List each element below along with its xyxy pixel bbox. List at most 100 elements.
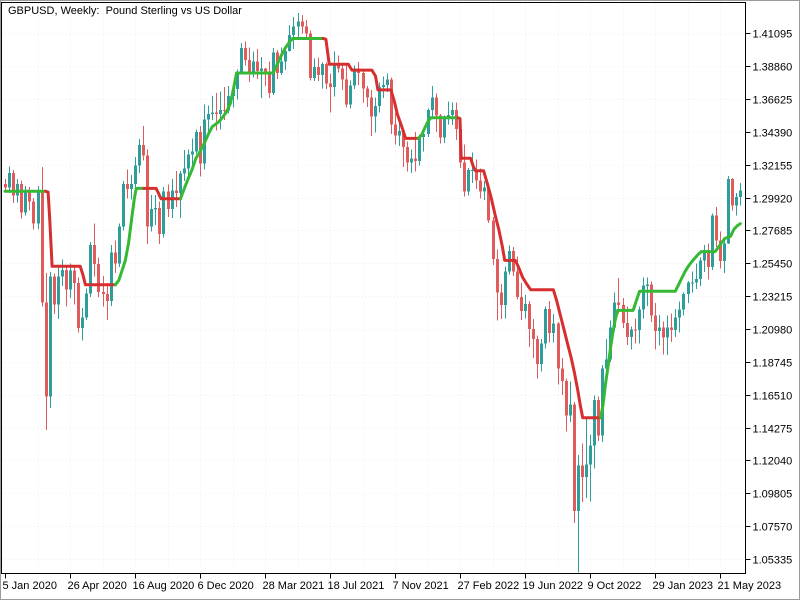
candle-up [138, 139, 141, 173]
indicator-segment-down [456, 116, 603, 420]
candle-down [390, 77, 393, 135]
price-axis-label: 1.29920 [753, 194, 793, 206]
candle-up [349, 80, 352, 109]
candle-down [707, 243, 710, 280]
candle-down [301, 14, 304, 34]
candle-down [492, 217, 495, 265]
candle-up [630, 326, 633, 350]
candle-up [723, 240, 726, 273]
candle-down [167, 184, 170, 218]
candle-up [333, 51, 336, 97]
candle-up [695, 263, 698, 290]
price-axis-label: 1.09805 [753, 489, 793, 501]
candle-down [32, 197, 35, 230]
candle-up [313, 58, 316, 82]
candle-up [739, 183, 742, 206]
candle-up [540, 339, 543, 372]
candle-down [731, 178, 734, 211]
candle-down [244, 41, 247, 66]
candle-down [520, 283, 523, 320]
time-axis-label: 29 Jan 2023 [653, 580, 714, 592]
candle-up [240, 42, 243, 75]
candle-down [634, 318, 637, 344]
candle-up [524, 294, 527, 319]
indicator-segment-down [321, 37, 420, 140]
price-chart-canvas[interactable]: 1.41095 1.38860 1.36625 1.34390 1.32155 1.299… [0, 0, 800, 600]
candle-down [268, 61, 271, 98]
candle-up [118, 223, 121, 268]
time-axis-label: 7 Nov 2021 [393, 580, 449, 592]
candle-down [106, 283, 109, 320]
price-axis-label: 1.25450 [753, 259, 793, 271]
candle-down [622, 297, 625, 329]
candle-up [447, 101, 450, 125]
candle-up [260, 56, 263, 98]
candle-up [451, 102, 454, 126]
price-axis-label: 1.07570 [753, 522, 793, 534]
time-axis[interactable]: 5 Jan 2020 26 Apr 2020 16 Aug 2020 6 Dec 20… [3, 573, 782, 593]
price-axis-label: 1.38860 [753, 62, 793, 74]
candle-up [150, 195, 153, 232]
candle-down [93, 223, 96, 277]
price-axis-label: 1.14275 [753, 424, 793, 436]
indicator-segment-down [44, 189, 117, 287]
time-axis-label: 27 Feb 2022 [458, 580, 520, 592]
candle-down [496, 249, 499, 321]
candle-down [317, 57, 320, 82]
candle-down [142, 125, 145, 161]
candle-up [666, 315, 669, 356]
candle-up [711, 213, 714, 270]
indicator-segment-up [179, 37, 325, 201]
time-axis-label: 16 Aug 2020 [133, 580, 195, 592]
candle-down [463, 144, 466, 197]
candle-up [638, 306, 641, 344]
candle-up [292, 17, 295, 49]
candle-down [670, 313, 673, 342]
candle-up [321, 62, 324, 89]
candle-down [97, 257, 100, 298]
candle-up [703, 244, 706, 273]
candle-up [699, 257, 702, 287]
candle-up [162, 186, 165, 238]
candle-up [134, 156, 137, 190]
candle-down [532, 319, 535, 359]
candle-up [61, 259, 64, 287]
candle-down [175, 170, 178, 207]
candle-up [130, 175, 133, 200]
price-axis-label: 1.41095 [753, 29, 793, 41]
candle-up [431, 86, 434, 118]
candle-down [362, 70, 365, 103]
time-axis-label: 28 Mar 2021 [263, 580, 325, 592]
candle-up [467, 167, 470, 196]
time-axis-label: 26 Apr 2020 [68, 580, 127, 592]
price-axis-label: 1.23215 [753, 292, 793, 304]
candle-up [382, 76, 385, 98]
price-axis-label: 1.32155 [753, 161, 793, 173]
candle-down [617, 278, 620, 314]
candle-down [500, 283, 503, 320]
candle-down [435, 93, 438, 132]
candle-down [715, 206, 718, 248]
price-axis-label: 1.16510 [753, 391, 793, 403]
time-axis-label: 19 Jun 2022 [523, 580, 584, 592]
candle-down [406, 141, 409, 172]
candle-up [691, 271, 694, 293]
candle-down [158, 201, 161, 245]
time-axis-label: 9 Oct 2022 [588, 580, 642, 592]
time-axis-label: 18 Jul 2021 [328, 580, 385, 592]
candle-down [528, 300, 531, 348]
candle-down [248, 47, 251, 82]
candle-down [53, 273, 56, 315]
candle-down [341, 64, 344, 90]
candle-down [305, 20, 308, 39]
price-axis[interactable]: 1.41095 1.38860 1.36625 1.34390 1.32155 1.299… [745, 29, 793, 567]
candle-down [77, 277, 80, 333]
candle-down [581, 443, 584, 503]
candle-up [219, 91, 222, 130]
candle-down [114, 240, 117, 273]
candle-up [89, 242, 92, 298]
candle-up [687, 280, 690, 304]
candle-down [455, 102, 458, 140]
price-axis-label: 1.05335 [753, 555, 793, 567]
candle-down [45, 272, 48, 430]
